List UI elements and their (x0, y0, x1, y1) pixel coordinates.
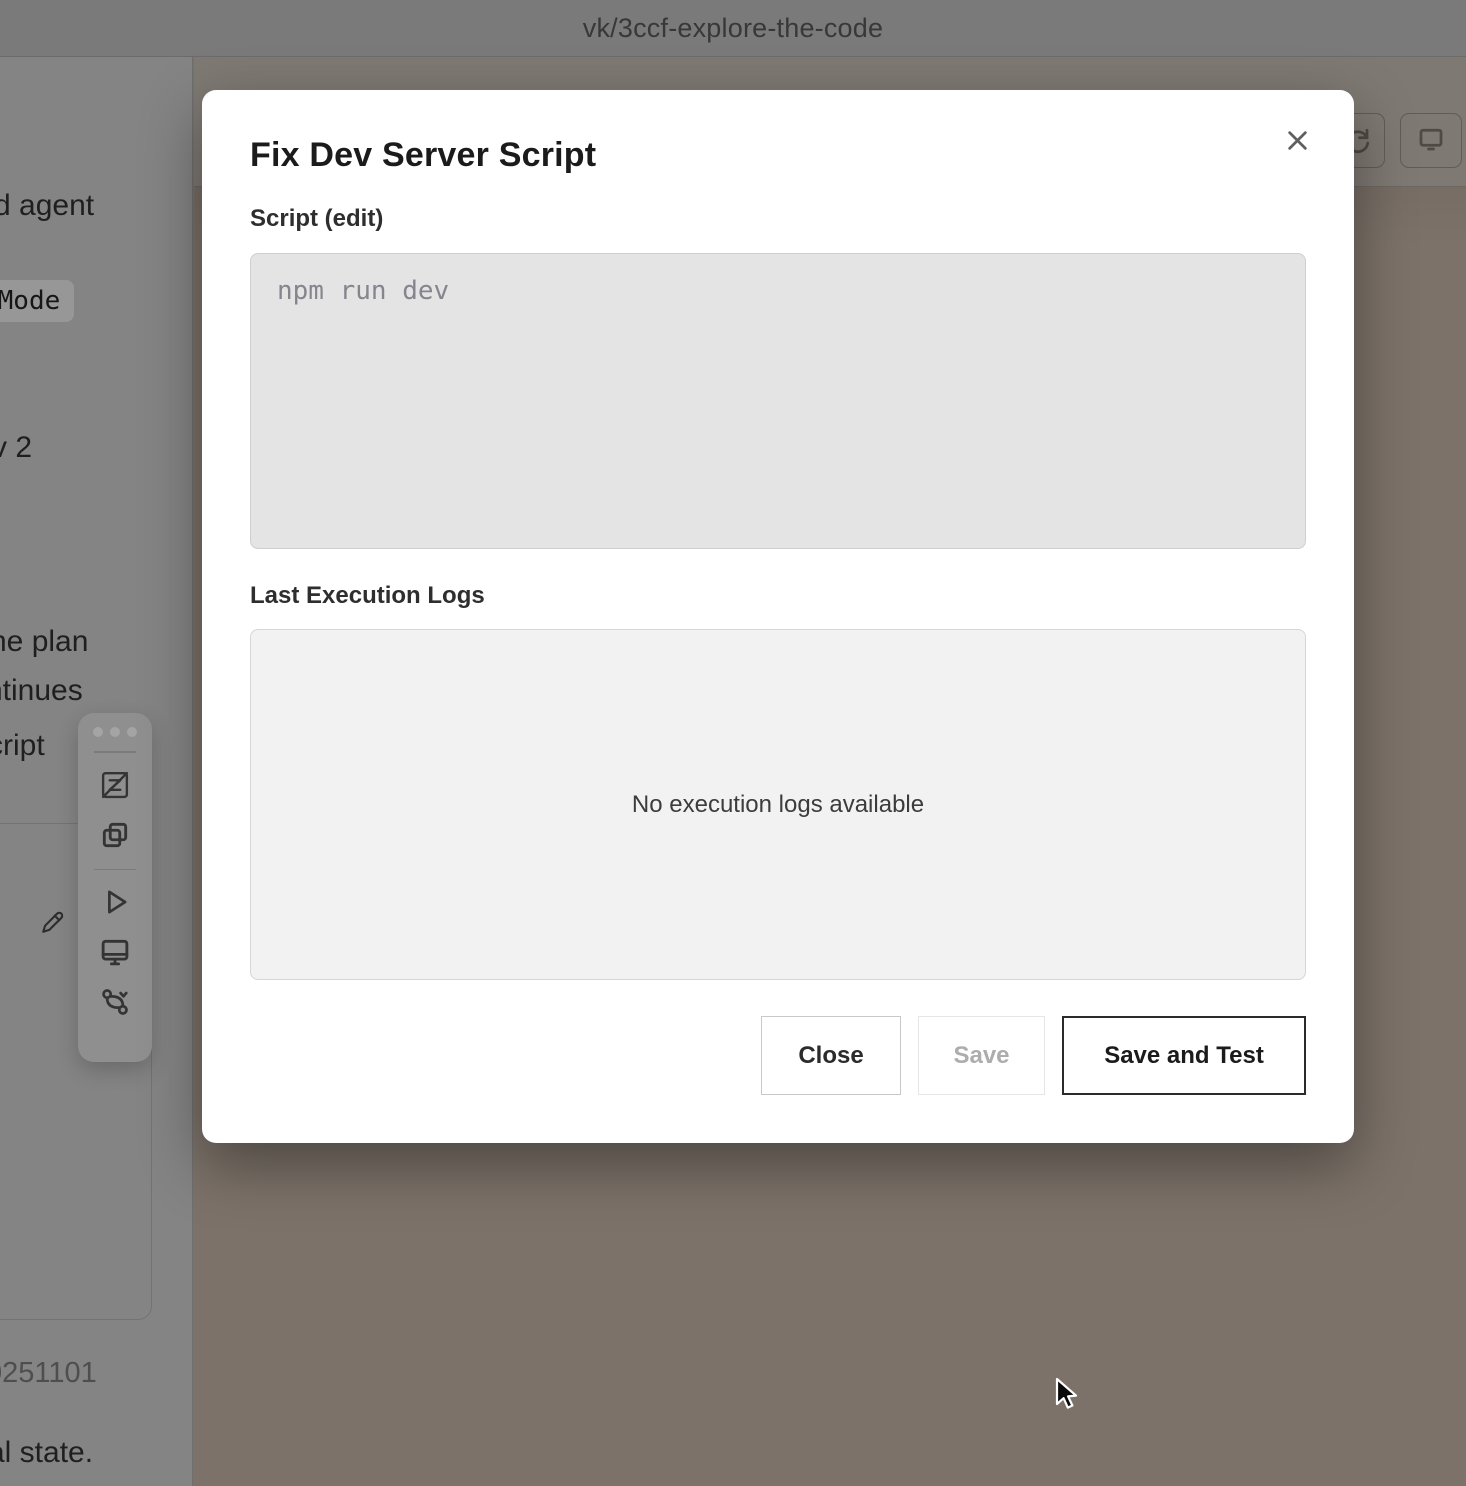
sidebar-text-fragment: d agent (0, 189, 95, 222)
close-icon[interactable] (1279, 122, 1315, 158)
palette-divider (94, 751, 136, 753)
sidebar-text-fragment: al state. (0, 1436, 94, 1469)
copy-icon[interactable] (93, 813, 137, 857)
sidebar-text-fragment: cript (0, 729, 45, 762)
git-branch-icon[interactable] (93, 980, 137, 1024)
preview-monitor-button[interactable] (1400, 113, 1462, 168)
close-button[interactable]: Close (761, 1016, 901, 1095)
palette-drag-handle-icon[interactable] (93, 727, 137, 737)
play-icon[interactable] (93, 880, 137, 924)
script-input[interactable] (250, 253, 1306, 549)
window-title: vk/3ccf-explore-the-code (582, 12, 884, 43)
dialog-button-row: Close Save Save and Test (761, 1016, 1306, 1095)
sidebar-code-chip: nMode (0, 280, 75, 322)
mouse-cursor (1054, 1377, 1080, 1413)
monitor-icon[interactable] (93, 930, 137, 974)
logs-empty-message: No execution logs available (631, 790, 925, 818)
logo-icon[interactable] (93, 763, 137, 807)
dialog-title: Fix Dev Server Script (250, 136, 597, 174)
sidebar-text-fragment: v 2 (0, 431, 33, 464)
sidebar-text-fragment: 0251101 (0, 1357, 97, 1389)
sidebar-text-fragment: ntinues (0, 674, 83, 707)
save-and-test-button[interactable]: Save and Test (1062, 1016, 1306, 1095)
monitor-icon (1415, 124, 1447, 157)
fix-dev-server-script-dialog: Fix Dev Server Script Script (edit) Last… (202, 90, 1354, 1143)
execution-logs-panel: No execution logs available (250, 629, 1306, 980)
palette-divider (94, 868, 136, 870)
last-execution-logs-label: Last Execution Logs (250, 582, 485, 609)
floating-tool-palette[interactable] (78, 713, 152, 1062)
script-edit-label: Script (edit) (250, 205, 384, 232)
window-titlebar: vk/3ccf-explore-the-code (0, 0, 1466, 57)
edit-pencil-icon (38, 909, 66, 937)
sidebar-text-fragment: he plan (0, 625, 89, 658)
save-button: Save (918, 1016, 1045, 1095)
